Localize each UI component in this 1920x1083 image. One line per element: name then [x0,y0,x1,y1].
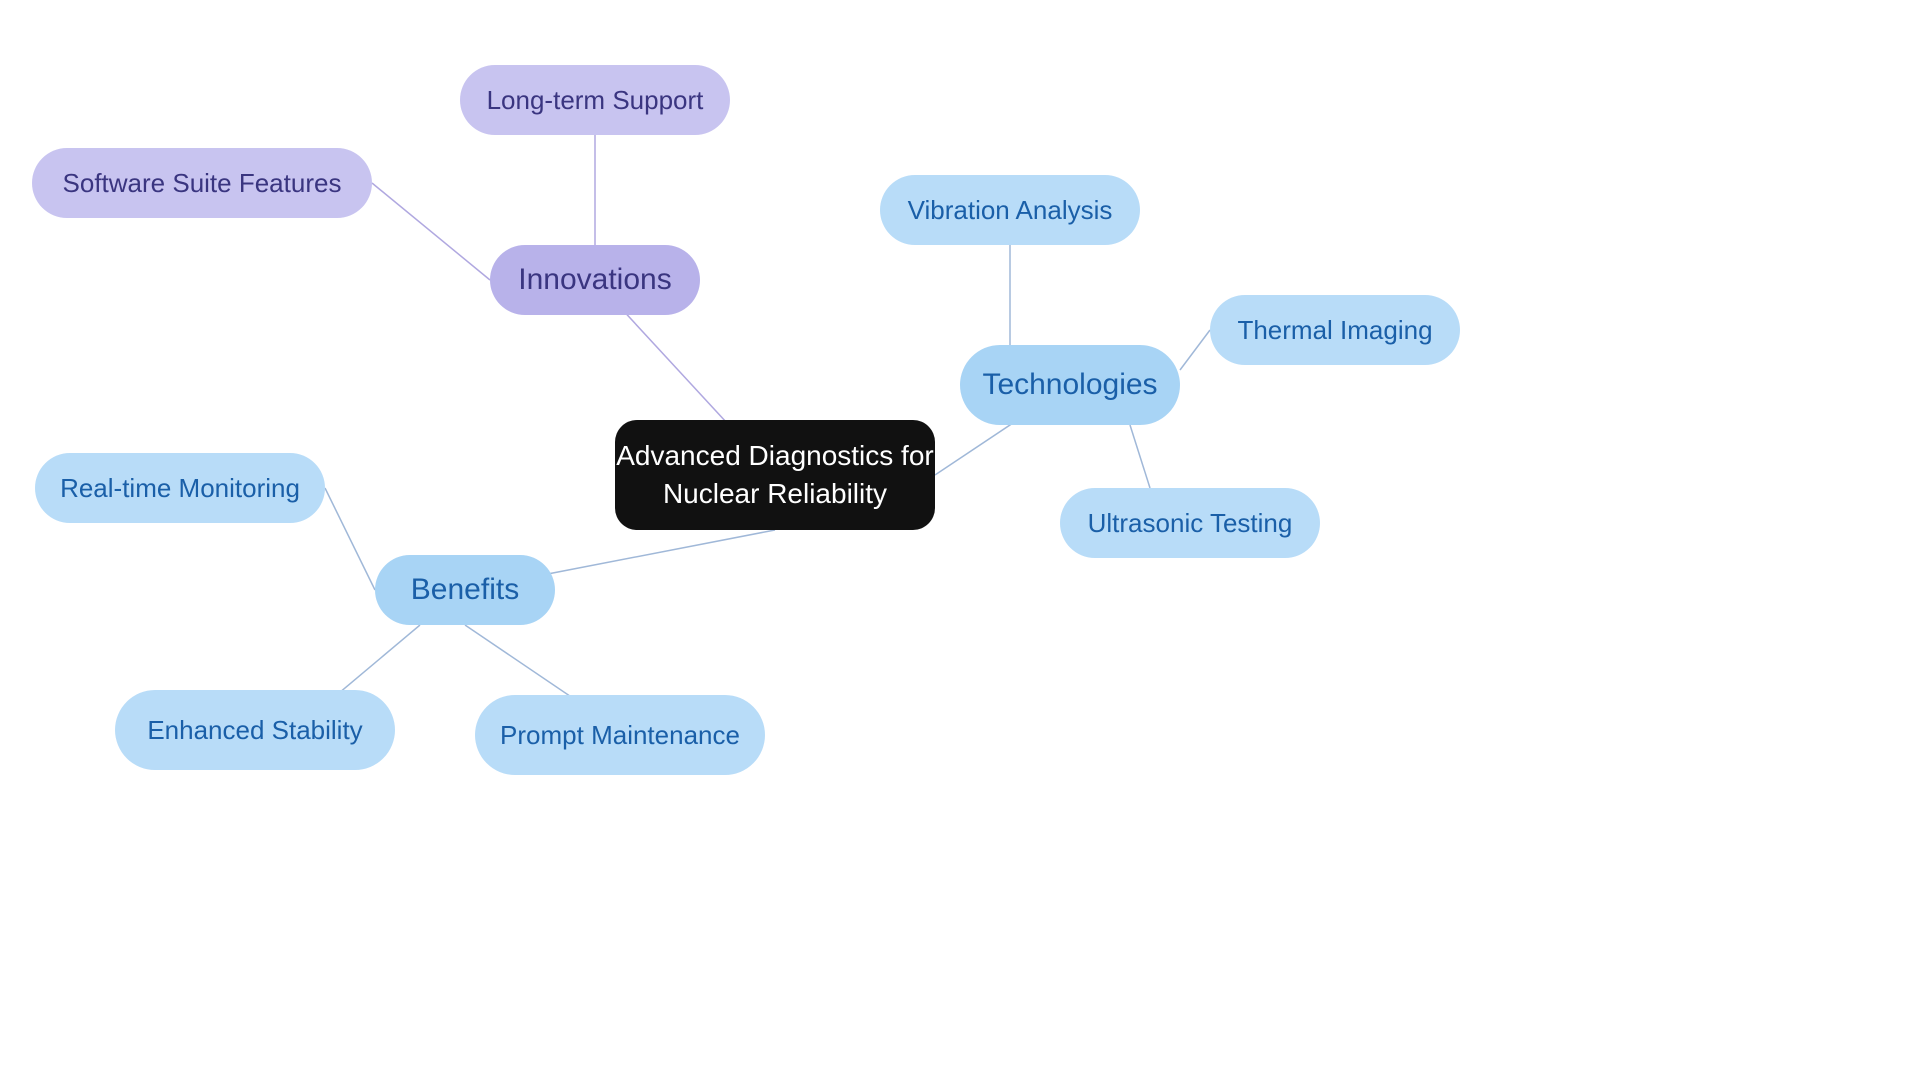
ultrasonic-testing-node: Ultrasonic Testing [1060,488,1320,558]
enhanced-stability-node: Enhanced Stability [115,690,395,770]
enhanced-stability-label: Enhanced Stability [147,715,362,746]
benefits-node: Benefits [375,555,555,625]
center-label: Advanced Diagnostics for Nuclear Reliabi… [616,437,934,513]
technologies-node: Technologies [960,345,1180,425]
thermal-imaging-label: Thermal Imaging [1237,315,1432,346]
vibration-analysis-node: Vibration Analysis [880,175,1140,245]
thermal-imaging-node: Thermal Imaging [1210,295,1460,365]
ultrasonic-testing-label: Ultrasonic Testing [1088,508,1293,539]
vibration-analysis-label: Vibration Analysis [908,195,1113,226]
long-term-support-label: Long-term Support [487,85,704,116]
technologies-label: Technologies [982,368,1157,402]
long-term-support-node: Long-term Support [460,65,730,135]
prompt-maintenance-label: Prompt Maintenance [500,720,740,751]
real-time-monitoring-node: Real-time Monitoring [35,453,325,523]
center-node: Advanced Diagnostics for Nuclear Reliabi… [615,420,935,530]
innovations-label: Innovations [518,263,671,297]
real-time-monitoring-label: Real-time Monitoring [60,473,300,504]
innovations-node: Innovations [490,245,700,315]
software-suite-label: Software Suite Features [63,168,342,199]
benefits-label: Benefits [411,573,519,607]
software-suite-node: Software Suite Features [32,148,372,218]
prompt-maintenance-node: Prompt Maintenance [475,695,765,775]
